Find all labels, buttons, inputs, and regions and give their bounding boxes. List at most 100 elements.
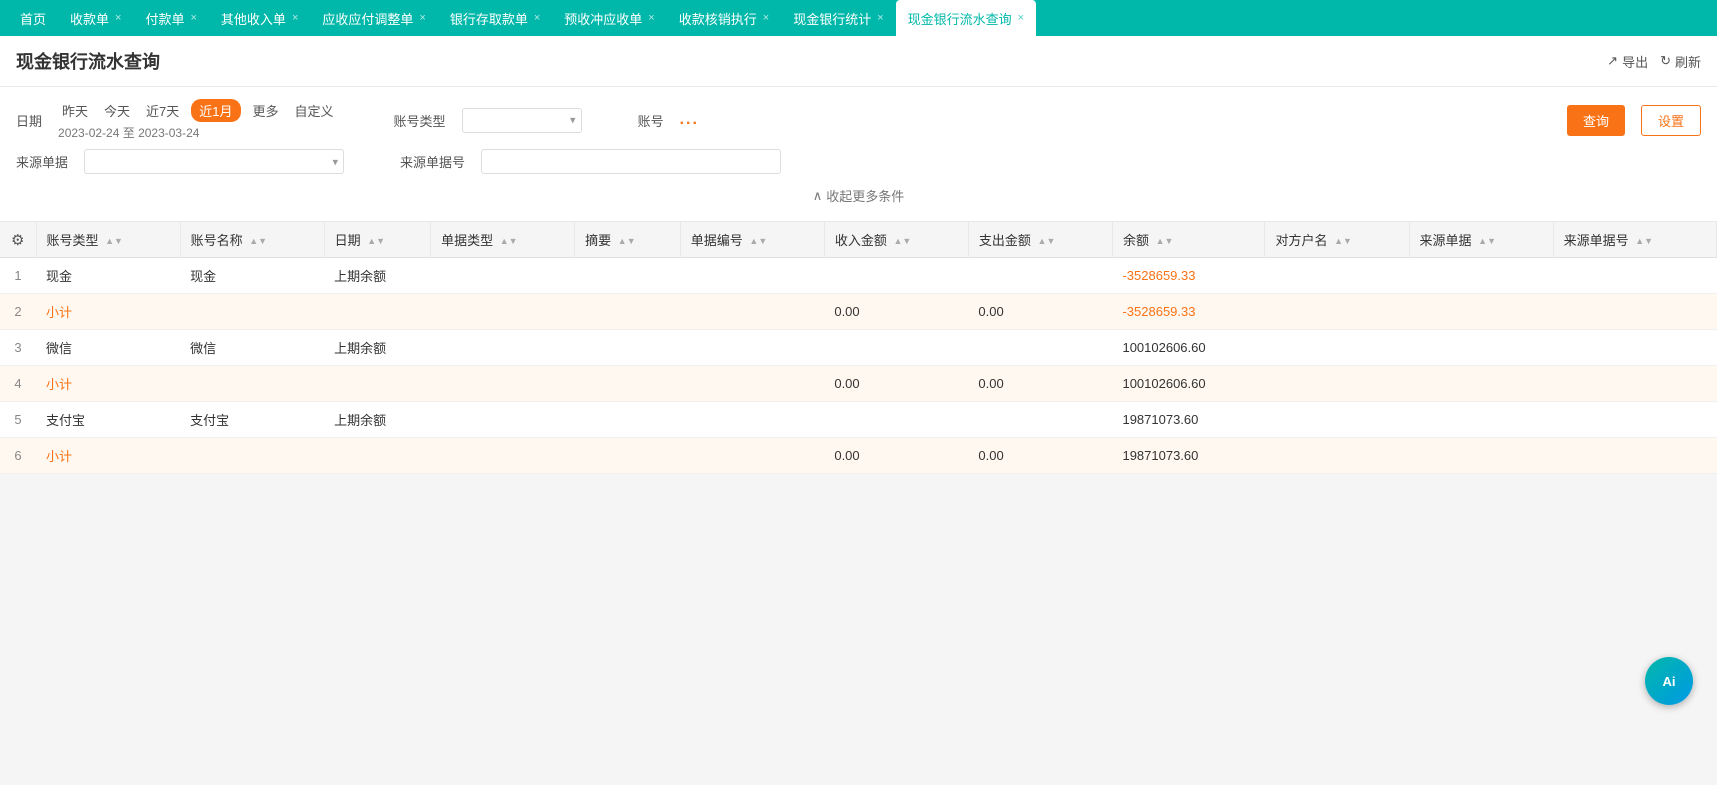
cell-source-doc-no bbox=[1553, 330, 1716, 366]
cell-account-name bbox=[180, 438, 324, 474]
gear-icon[interactable]: ⚙ bbox=[11, 232, 24, 249]
nav-receipt-close[interactable]: × bbox=[115, 12, 121, 24]
sort-source-doc-no: ▲▼ bbox=[1635, 237, 1653, 246]
collapse-bar[interactable]: ∧ 收起更多条件 bbox=[16, 182, 1701, 209]
cell-doc-no bbox=[680, 438, 824, 474]
cell-account-name: 微信 bbox=[180, 330, 324, 366]
nav-advance-close[interactable]: × bbox=[648, 12, 654, 24]
nav-payment[interactable]: 付款单 × bbox=[133, 0, 208, 36]
date-today[interactable]: 今天 bbox=[100, 99, 134, 122]
col-income[interactable]: 收入金额 ▲▼ bbox=[824, 222, 968, 258]
nav-advance[interactable]: 预收冲应收单 × bbox=[552, 0, 666, 36]
cell-account-type: 现金 bbox=[36, 258, 180, 294]
ai-button[interactable]: Ai bbox=[1645, 657, 1693, 705]
col-doc-no[interactable]: 单据编号 ▲▼ bbox=[680, 222, 824, 258]
source-doc-select-wrapper bbox=[84, 149, 344, 174]
nav-bank-deposit-close[interactable]: × bbox=[534, 12, 540, 24]
nav-other-income-close[interactable]: × bbox=[292, 12, 298, 24]
nav-cash-flow-close[interactable]: × bbox=[1018, 12, 1024, 24]
cell-account-name bbox=[180, 366, 324, 402]
filter-row-2: 来源单据 来源单据号 bbox=[16, 149, 1701, 174]
col-summary[interactable]: 摘要 ▲▼ bbox=[575, 222, 681, 258]
cell-balance: 100102606.60 bbox=[1112, 366, 1264, 402]
nav-bank-deposit[interactable]: 银行存取款单 × bbox=[438, 0, 552, 36]
nav-cash-stat-close[interactable]: × bbox=[877, 12, 883, 24]
col-account-name[interactable]: 账号名称 ▲▼ bbox=[180, 222, 324, 258]
cell-doc-type bbox=[431, 402, 575, 438]
cell-no: 1 bbox=[0, 258, 36, 294]
date-more[interactable]: 更多 bbox=[249, 99, 283, 122]
cell-account-type: 支付宝 bbox=[36, 402, 180, 438]
date-custom[interactable]: 自定义 bbox=[291, 99, 338, 122]
nav-collection[interactable]: 收款核销执行 × bbox=[667, 0, 781, 36]
refresh-button[interactable]: ↻ 刷新 bbox=[1660, 52, 1701, 71]
table-row[interactable]: 4 小计 0.00 0.00 100102606.60 bbox=[0, 366, 1717, 402]
nav-other-income[interactable]: 其他收入单 × bbox=[209, 0, 310, 36]
cell-balance: -3528659.33 bbox=[1112, 294, 1264, 330]
cell-date: 上期余额 bbox=[324, 258, 430, 294]
account-type-select[interactable] bbox=[462, 108, 582, 133]
col-expense[interactable]: 支出金额 ▲▼ bbox=[968, 222, 1112, 258]
sort-balance: ▲▼ bbox=[1156, 237, 1174, 246]
date-7days[interactable]: 近7天 bbox=[142, 99, 183, 122]
cell-summary bbox=[575, 402, 681, 438]
cell-source-doc bbox=[1409, 294, 1553, 330]
table-row[interactable]: 6 小计 0.00 0.00 19871073.60 bbox=[0, 438, 1717, 474]
source-doc-no-input[interactable] bbox=[481, 149, 781, 174]
cell-doc-type bbox=[431, 258, 575, 294]
cell-counterpart bbox=[1265, 402, 1409, 438]
col-doc-type[interactable]: 单据类型 ▲▼ bbox=[431, 222, 575, 258]
export-button[interactable]: ↗ 导出 bbox=[1607, 52, 1648, 71]
source-doc-select[interactable] bbox=[84, 149, 344, 174]
col-source-doc[interactable]: 来源单据 ▲▼ bbox=[1409, 222, 1553, 258]
cell-doc-type bbox=[431, 438, 575, 474]
cell-expense: 0.00 bbox=[968, 438, 1112, 474]
col-counterpart[interactable]: 对方户名 ▲▼ bbox=[1265, 222, 1409, 258]
table-header: ⚙ 账号类型 ▲▼ 账号名称 ▲▼ 日期 ▲▼ 单据类型 ▲▼ bbox=[0, 222, 1717, 258]
table-row[interactable]: 5 支付宝 支付宝 上期余额 19871073.60 bbox=[0, 402, 1717, 438]
table-row[interactable]: 2 小计 0.00 0.00 -3528659.33 bbox=[0, 294, 1717, 330]
date-yesterday[interactable]: 昨天 bbox=[58, 99, 92, 122]
sort-counterpart: ▲▼ bbox=[1334, 237, 1352, 246]
cell-account-type: 小计 bbox=[36, 438, 180, 474]
page-title: 现金银行流水查询 bbox=[16, 48, 160, 74]
cell-balance: 19871073.60 bbox=[1112, 402, 1264, 438]
cell-summary bbox=[575, 258, 681, 294]
col-source-doc-no[interactable]: 来源单据号 ▲▼ bbox=[1553, 222, 1716, 258]
cell-summary bbox=[575, 438, 681, 474]
nav-payment-close[interactable]: × bbox=[190, 12, 196, 24]
account-type-label: 账号类型 bbox=[394, 111, 446, 130]
nav-cash-stat[interactable]: 现金银行统计 × bbox=[781, 0, 895, 36]
nav-collection-close[interactable]: × bbox=[763, 12, 769, 24]
cell-source-doc-no bbox=[1553, 438, 1716, 474]
sort-source-doc: ▲▼ bbox=[1478, 237, 1496, 246]
cell-account-type: 小计 bbox=[36, 366, 180, 402]
table-row[interactable]: 1 现金 现金 上期余额 -3528659.33 bbox=[0, 258, 1717, 294]
cell-account-name bbox=[180, 294, 324, 330]
col-gear[interactable]: ⚙ bbox=[0, 222, 36, 258]
cell-income: 0.00 bbox=[824, 438, 968, 474]
sort-account-name: ▲▼ bbox=[249, 237, 267, 246]
query-button[interactable]: 查询 bbox=[1567, 105, 1625, 136]
filter-row-1: 日期 昨天 今天 近7天 近1月 更多 自定义 2023-02-24 至 202… bbox=[16, 99, 1701, 141]
col-balance[interactable]: 余额 ▲▼ bbox=[1112, 222, 1264, 258]
nav-adjustment-close[interactable]: × bbox=[419, 12, 425, 24]
date-1month[interactable]: 近1月 bbox=[191, 99, 240, 122]
col-account-type[interactable]: 账号类型 ▲▼ bbox=[36, 222, 180, 258]
cell-expense: 0.00 bbox=[968, 294, 1112, 330]
nav-adjustment[interactable]: 应收应付调整单 × bbox=[310, 0, 437, 36]
nav-receipt[interactable]: 收款单 × bbox=[58, 0, 133, 36]
sort-account-type: ▲▼ bbox=[105, 237, 123, 246]
table-row[interactable]: 3 微信 微信 上期余额 100102606.60 bbox=[0, 330, 1717, 366]
cell-summary bbox=[575, 330, 681, 366]
refresh-icon: ↻ bbox=[1660, 53, 1671, 69]
col-date[interactable]: 日期 ▲▼ bbox=[324, 222, 430, 258]
cell-expense bbox=[968, 330, 1112, 366]
account-dots-button[interactable]: ... bbox=[680, 111, 699, 129]
cell-source-doc bbox=[1409, 366, 1553, 402]
cell-account-type: 小计 bbox=[36, 294, 180, 330]
nav-cash-flow[interactable]: 现金银行流水查询 × bbox=[896, 0, 1036, 36]
nav-home[interactable]: 首页 bbox=[8, 0, 58, 36]
page-header: 现金银行流水查询 ↗ 导出 ↻ 刷新 bbox=[0, 36, 1717, 87]
settings-button[interactable]: 设置 bbox=[1641, 105, 1701, 136]
